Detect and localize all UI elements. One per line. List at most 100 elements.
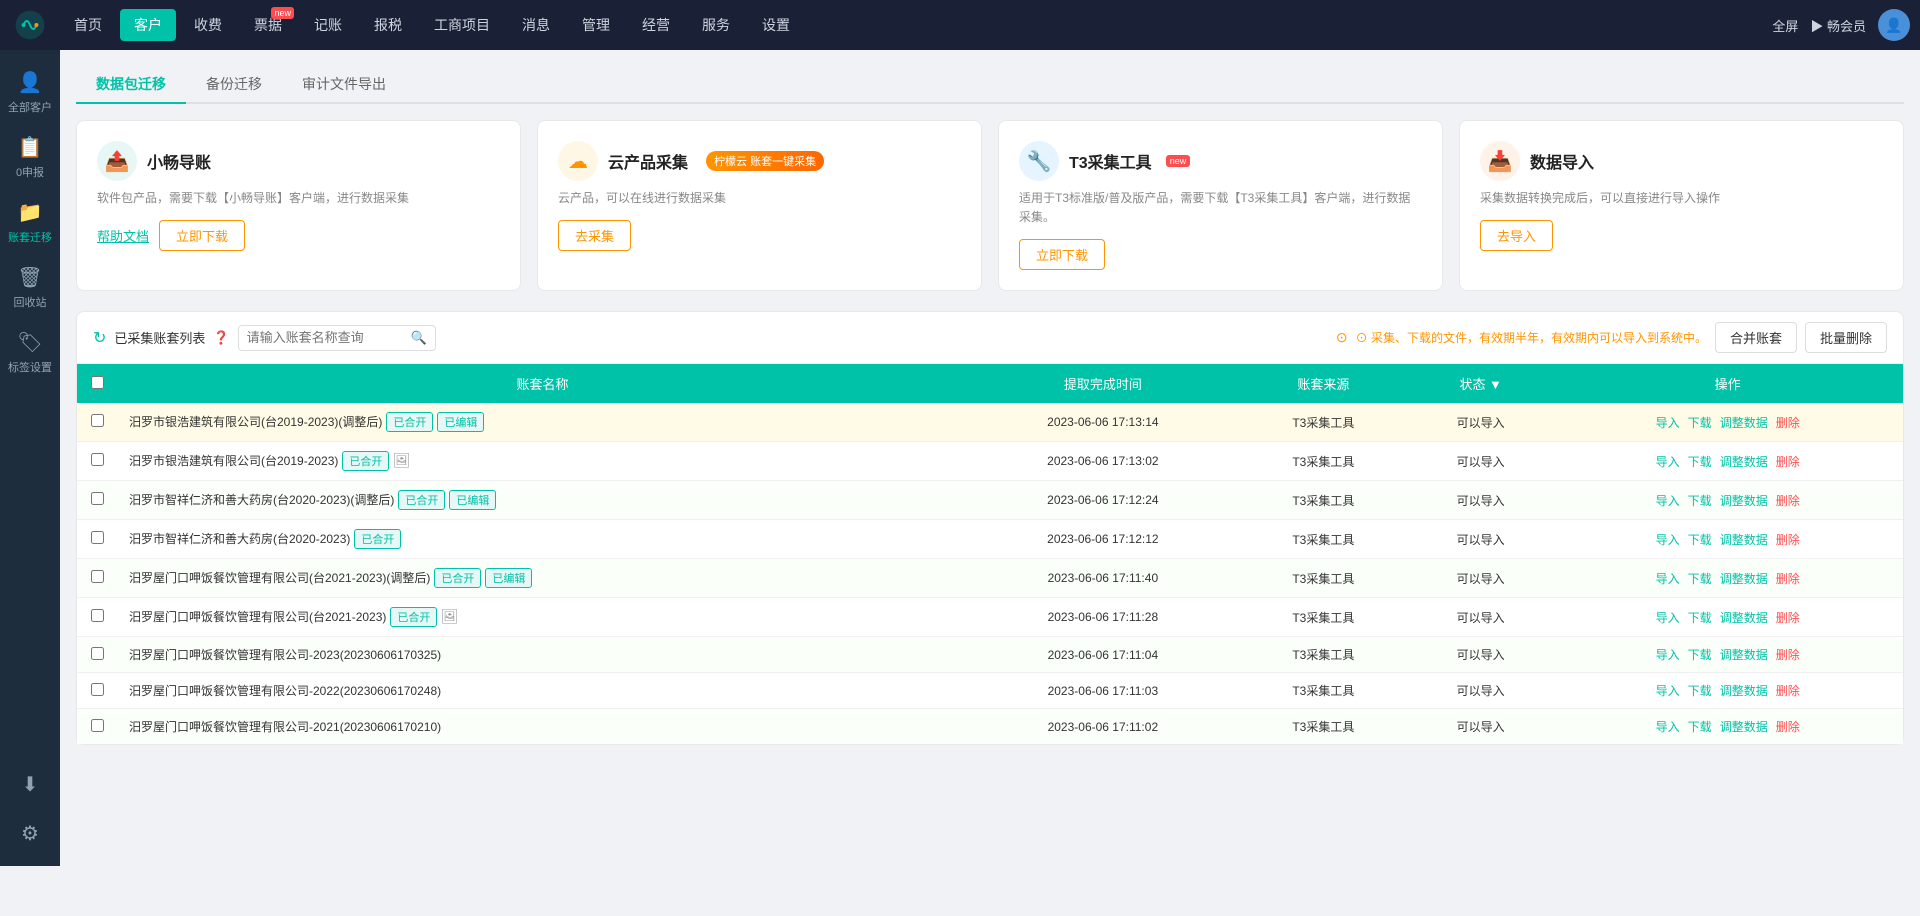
action-删除[interactable]: 删除 xyxy=(1776,684,1800,698)
action-下载[interactable]: 下载 xyxy=(1688,455,1712,469)
action-调整数据[interactable]: 调整数据 xyxy=(1720,720,1768,734)
nav-home[interactable]: 首页 xyxy=(60,9,116,41)
fullscreen-btn[interactable]: 全屏 xyxy=(1772,16,1798,35)
row-checkbox[interactable] xyxy=(91,492,104,505)
sidebar-item-settings[interactable]: ⚙ xyxy=(16,811,44,856)
cell-name: 汨罗屋门口呷饭餐饮管理有限公司-2023(20230606170325) xyxy=(117,637,968,673)
row-tag: 已合开 xyxy=(354,529,401,549)
action-调整数据[interactable]: 调整数据 xyxy=(1720,494,1768,508)
user-avatar[interactable]: 👤 xyxy=(1878,9,1910,41)
action-调整数据[interactable]: 调整数据 xyxy=(1720,533,1768,547)
action-导入[interactable]: 导入 xyxy=(1656,455,1680,469)
nav-billing[interactable]: 收费 xyxy=(180,9,236,41)
row-checkbox[interactable] xyxy=(91,609,104,622)
nav-manage[interactable]: 管理 xyxy=(568,9,624,41)
app-logo[interactable] xyxy=(10,5,50,45)
action-下载[interactable]: 下载 xyxy=(1688,684,1712,698)
tab-backup-migration[interactable]: 备份迁移 xyxy=(186,66,282,104)
batch-delete-btn[interactable]: 批量删除 xyxy=(1805,322,1887,353)
action-删除[interactable]: 删除 xyxy=(1776,533,1800,547)
action-调整数据[interactable]: 调整数据 xyxy=(1720,455,1768,469)
tab-bar: 数据包迁移 备份迁移 审计文件导出 xyxy=(76,66,1904,104)
action-下载[interactable]: 下载 xyxy=(1688,720,1712,734)
row-checkbox[interactable] xyxy=(91,647,104,660)
yunchanpin-badge: 柠檬云 账套一键采集 xyxy=(706,151,824,171)
action-删除[interactable]: 删除 xyxy=(1776,572,1800,586)
nav-invoice[interactable]: 票据 new xyxy=(240,9,296,41)
action-下载[interactable]: 下载 xyxy=(1688,572,1712,586)
nav-tax[interactable]: 报税 xyxy=(360,9,416,41)
action-删除[interactable]: 删除 xyxy=(1776,720,1800,734)
table-row: 汨罗屋门口呷饭餐饮管理有限公司-2021(20230606170210)2023… xyxy=(77,709,1903,745)
action-调整数据[interactable]: 调整数据 xyxy=(1720,684,1768,698)
go-import-btn[interactable]: 去导入 xyxy=(1480,220,1553,251)
nav-bookkeeping[interactable]: 记账 xyxy=(300,9,356,41)
search-input[interactable] xyxy=(247,330,407,345)
action-下载[interactable]: 下载 xyxy=(1688,494,1712,508)
nav-business[interactable]: 工商项目 xyxy=(420,9,504,41)
nav-service[interactable]: 服务 xyxy=(688,9,744,41)
action-调整数据[interactable]: 调整数据 xyxy=(1720,572,1768,586)
nav-message[interactable]: 消息 xyxy=(508,9,564,41)
action-调整数据[interactable]: 调整数据 xyxy=(1720,416,1768,430)
row-checkbox[interactable] xyxy=(91,453,104,466)
sidebar-item-all-customers[interactable]: 👤 全部客户 xyxy=(0,60,60,125)
action-调整数据[interactable]: 调整数据 xyxy=(1720,611,1768,625)
download-now-btn[interactable]: 立即下载 xyxy=(159,220,245,251)
action-删除[interactable]: 删除 xyxy=(1776,455,1800,469)
action-删除[interactable]: 删除 xyxy=(1776,416,1800,430)
help-doc-link[interactable]: 帮助文档 xyxy=(97,226,149,245)
header-time: 提取完成时间 xyxy=(968,364,1238,403)
action-下载[interactable]: 下载 xyxy=(1688,611,1712,625)
action-导入[interactable]: 导入 xyxy=(1656,533,1680,547)
action-删除[interactable]: 删除 xyxy=(1776,611,1800,625)
action-导入[interactable]: 导入 xyxy=(1656,494,1680,508)
card-header-shujudaoru: 📥 数据导入 xyxy=(1480,141,1883,181)
table-help-icon[interactable]: ❓ xyxy=(213,330,229,346)
action-导入[interactable]: 导入 xyxy=(1656,572,1680,586)
cell-actions: 导入下载调整数据删除 xyxy=(1552,559,1903,598)
row-checkbox[interactable] xyxy=(91,683,104,696)
nav-operation[interactable]: 经营 xyxy=(628,9,684,41)
action-下载[interactable]: 下载 xyxy=(1688,416,1712,430)
t3-download-btn[interactable]: 立即下载 xyxy=(1019,239,1105,270)
action-下载[interactable]: 下载 xyxy=(1688,533,1712,547)
sidebar-item-tag-settings[interactable]: 🏷 标签设置 xyxy=(0,320,60,385)
row-extra-icon[interactable]: 🖼 xyxy=(441,608,459,624)
action-删除[interactable]: 删除 xyxy=(1776,494,1800,508)
cell-time: 2023-06-06 17:11:40 xyxy=(968,559,1238,598)
nav-customer[interactable]: 客户 xyxy=(120,9,176,41)
action-导入[interactable]: 导入 xyxy=(1656,684,1680,698)
table-title: 已采集账套列表 xyxy=(114,328,205,347)
merge-accounts-btn[interactable]: 合并账套 xyxy=(1715,322,1797,353)
shujudaoru-icon: 📥 xyxy=(1480,141,1520,181)
tab-audit-export[interactable]: 审计文件导出 xyxy=(282,66,406,104)
row-checkbox[interactable] xyxy=(91,570,104,583)
action-导入[interactable]: 导入 xyxy=(1656,648,1680,662)
go-collect-btn[interactable]: 去采集 xyxy=(558,220,631,251)
cell-status: 可以导入 xyxy=(1409,403,1552,442)
action-导入[interactable]: 导入 xyxy=(1656,416,1680,430)
select-all-checkbox[interactable] xyxy=(91,376,104,389)
action-调整数据[interactable]: 调整数据 xyxy=(1720,648,1768,662)
yunchanpin-icon: ☁ xyxy=(558,141,598,181)
refresh-icon[interactable]: ↻ xyxy=(93,328,106,348)
sidebar-item-account-migration[interactable]: 📁 账套迁移 xyxy=(0,190,60,255)
search-icon[interactable]: 🔍 xyxy=(411,330,427,346)
nav-settings[interactable]: 设置 xyxy=(748,9,804,41)
sidebar-item-download[interactable]: ⬇ xyxy=(16,762,44,807)
sidebar-item-zero-declare[interactable]: 📋 0申报 xyxy=(0,125,60,190)
tab-data-migration[interactable]: 数据包迁移 xyxy=(76,66,186,104)
cell-actions: 导入下载调整数据删除 xyxy=(1552,442,1903,481)
action-下载[interactable]: 下载 xyxy=(1688,648,1712,662)
sidebar-item-recycle[interactable]: 🗑 回收站 xyxy=(0,255,60,320)
row-extra-icon[interactable]: 🖼 xyxy=(393,452,411,468)
action-删除[interactable]: 删除 xyxy=(1776,648,1800,662)
member-btn[interactable]: ▶ 畅会员 xyxy=(1810,16,1866,35)
action-导入[interactable]: 导入 xyxy=(1656,720,1680,734)
info-icon: ⊙ xyxy=(1336,329,1348,346)
action-导入[interactable]: 导入 xyxy=(1656,611,1680,625)
row-checkbox[interactable] xyxy=(91,531,104,544)
row-checkbox[interactable] xyxy=(91,414,104,427)
row-checkbox[interactable] xyxy=(91,719,104,732)
